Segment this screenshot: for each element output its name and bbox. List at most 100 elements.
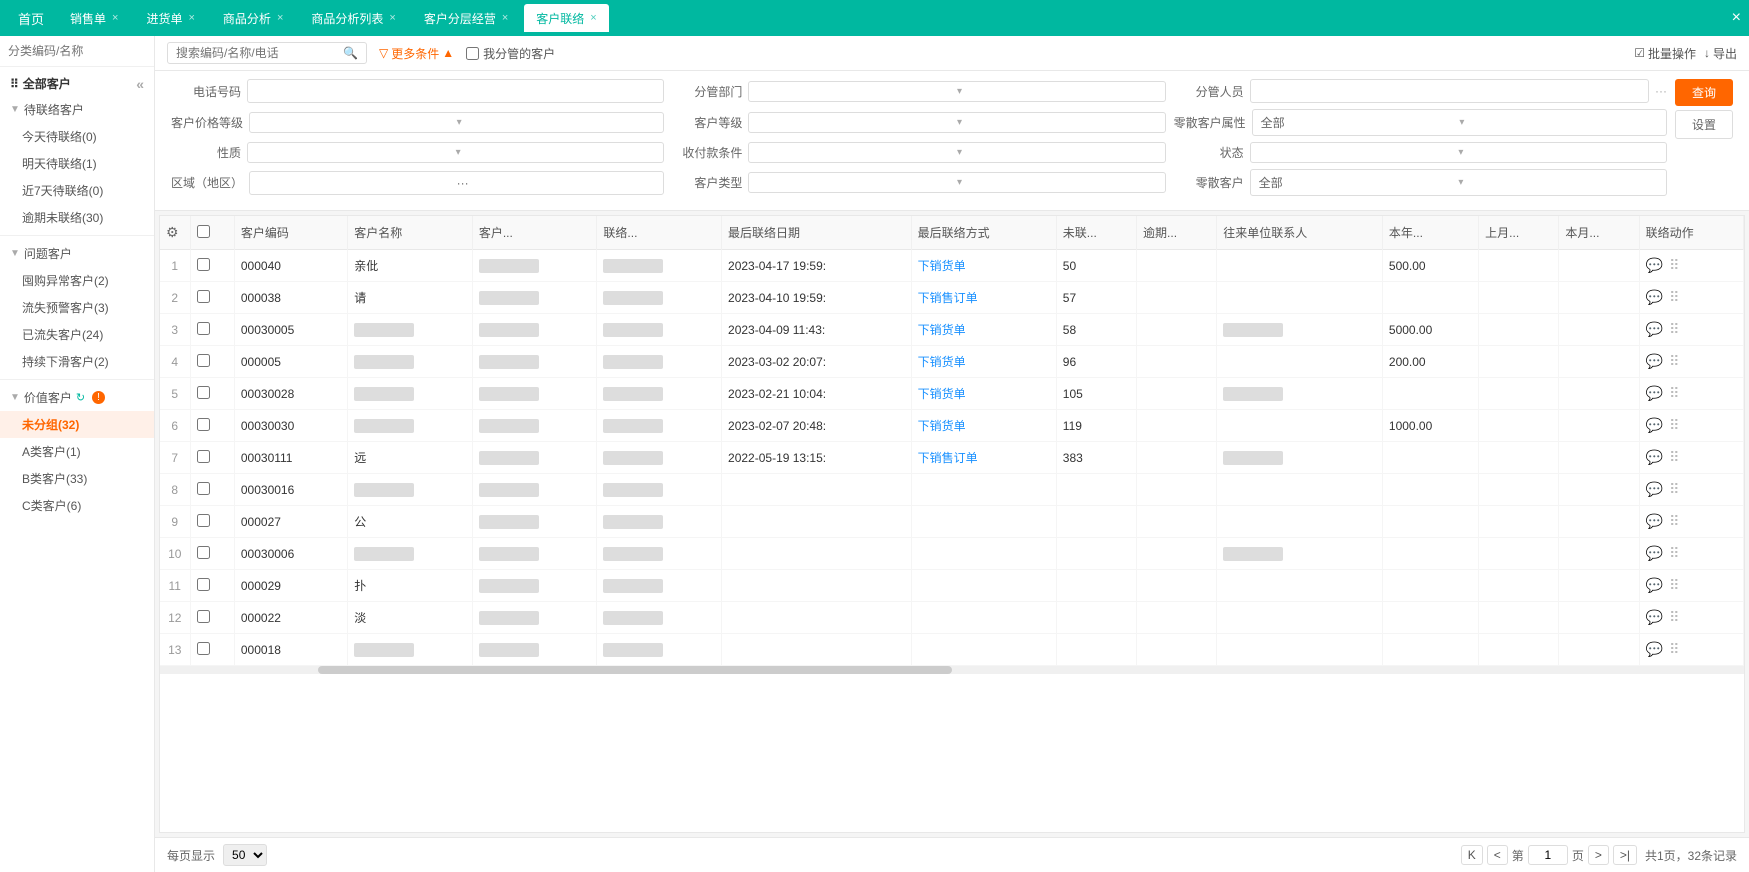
grid-action-icon[interactable]: ⠿: [1669, 417, 1679, 434]
nav-tab-purchase[interactable]: 进货单 ×: [134, 4, 206, 32]
grid-action-icon[interactable]: ⠿: [1669, 385, 1679, 402]
filter-scatter-select[interactable]: 全部 ▾: [1250, 169, 1667, 196]
message-icon[interactable]: 💬: [1646, 353, 1663, 370]
horizontal-scrollbar[interactable]: [160, 666, 1744, 674]
filter-dept-select[interactable]: ▾: [748, 81, 1165, 102]
col-name[interactable]: 客户名称: [348, 216, 473, 250]
sidebar-item-lost[interactable]: 已流失客户(24): [0, 321, 154, 348]
sidebar-item-tomorrow-contact[interactable]: 明天待联络(1): [0, 150, 154, 177]
last-method-link[interactable]: 下销货单: [918, 419, 966, 433]
message-icon[interactable]: 💬: [1646, 577, 1663, 594]
col-overdue[interactable]: 逾期...: [1137, 216, 1217, 250]
message-icon[interactable]: 💬: [1646, 385, 1663, 402]
scrollbar-thumb[interactable]: [318, 666, 952, 674]
message-icon[interactable]: 💬: [1646, 513, 1663, 530]
nav-tab-analysis[interactable]: 商品分析 ×: [211, 4, 295, 32]
message-icon[interactable]: 💬: [1646, 321, 1663, 338]
filter-nature-select[interactable]: ▾: [247, 142, 664, 163]
table-cell[interactable]: 💬⠿: [1639, 474, 1743, 506]
group-problem-customers[interactable]: ▼ 问题客户: [0, 240, 154, 267]
close-all-tabs[interactable]: ×: [1732, 9, 1741, 27]
message-icon[interactable]: 💬: [1646, 289, 1663, 306]
filter-customer-level-select[interactable]: ▾: [748, 112, 1165, 133]
table-cell[interactable]: 💬⠿: [1639, 634, 1743, 666]
col-contact[interactable]: 联络...: [597, 216, 722, 250]
sidebar-item-overdue-contact[interactable]: 逾期未联络(30): [0, 204, 154, 231]
refresh-icon[interactable]: ↻: [76, 391, 85, 404]
nav-home[interactable]: 首页: [8, 9, 54, 28]
close-tab-analysis[interactable]: ×: [277, 12, 283, 24]
nav-tab-customer-management[interactable]: 客户分层经营 ×: [412, 4, 520, 32]
filter-price-level-select[interactable]: ▾: [249, 112, 664, 133]
message-icon[interactable]: 💬: [1646, 545, 1663, 562]
col-action[interactable]: 联络动作: [1639, 216, 1743, 250]
col-this-month[interactable]: 本月...: [1559, 216, 1639, 250]
sidebar-item-class-c[interactable]: C类客户(6): [0, 492, 154, 519]
message-icon[interactable]: 💬: [1646, 257, 1663, 274]
filter-status-select[interactable]: ▾: [1250, 142, 1667, 163]
nav-tab-analysis-list[interactable]: 商品分析列表 ×: [299, 4, 407, 32]
select-all-checkbox[interactable]: [197, 225, 210, 238]
table-cell[interactable]: 💬⠿: [1639, 282, 1743, 314]
col-checkbox[interactable]: [190, 216, 234, 250]
grid-action-icon[interactable]: ⠿: [1669, 609, 1679, 626]
filter-phone-input[interactable]: [247, 79, 664, 103]
first-page-btn[interactable]: K: [1461, 845, 1483, 865]
nav-tab-customer-contact[interactable]: 客户联络 ×: [524, 4, 608, 32]
sidebar-item-declining[interactable]: 持续下滑客户(2): [0, 348, 154, 375]
person-more-btn[interactable]: ···: [1655, 84, 1667, 98]
sidebar-item-today-contact[interactable]: 今天待联络(0): [0, 123, 154, 150]
table-cell[interactable]: 💬⠿: [1639, 378, 1743, 410]
last-method-link[interactable]: 下销货单: [918, 387, 966, 401]
filter-customer-type-select[interactable]: ▾: [748, 172, 1165, 193]
col-type[interactable]: 客户...: [472, 216, 597, 250]
table-cell[interactable]: 💬⠿: [1639, 410, 1743, 442]
grid-action-icon[interactable]: ⠿: [1669, 545, 1679, 562]
col-last-date[interactable]: 最后联络日期: [722, 216, 912, 250]
col-code[interactable]: 客户编码: [234, 216, 347, 250]
filter-scatter-attr-select[interactable]: 全部 ▾: [1252, 109, 1667, 136]
table-cell[interactable]: 💬⠿: [1639, 314, 1743, 346]
close-tab-customer-management[interactable]: ×: [502, 12, 508, 24]
table-cell[interactable]: 💬⠿: [1639, 250, 1743, 282]
collapse-sidebar-btn[interactable]: «: [136, 76, 144, 92]
my-customers-checkbox[interactable]: 我分管的客户: [466, 45, 555, 62]
last-method-link[interactable]: 下销货单: [918, 259, 966, 273]
search-button[interactable]: 查询: [1675, 79, 1733, 106]
next-page-btn[interactable]: >: [1588, 845, 1609, 865]
filter-payment-select[interactable]: ▾: [748, 142, 1165, 163]
col-this-year[interactable]: 本年...: [1382, 216, 1478, 250]
table-cell[interactable]: 💬⠿: [1639, 506, 1743, 538]
last-method-link[interactable]: 下销货单: [918, 323, 966, 337]
message-icon[interactable]: 💬: [1646, 449, 1663, 466]
close-tab-customer-contact[interactable]: ×: [590, 12, 596, 24]
message-icon[interactable]: 💬: [1646, 609, 1663, 626]
col-not-contact[interactable]: 未联...: [1056, 216, 1136, 250]
last-method-link[interactable]: 下销货单: [918, 355, 966, 369]
sidebar-item-7day-contact[interactable]: 近7天待联络(0): [0, 177, 154, 204]
reset-button[interactable]: 设置: [1675, 110, 1733, 139]
col-person[interactable]: 往来单位联系人: [1217, 216, 1383, 250]
col-last-method[interactable]: 最后联络方式: [911, 216, 1056, 250]
grid-action-icon[interactable]: ⠿: [1669, 257, 1679, 274]
col-settings[interactable]: ⚙: [160, 216, 190, 250]
sidebar-item-class-b[interactable]: B类客户(33): [0, 465, 154, 492]
table-cell[interactable]: 💬⠿: [1639, 442, 1743, 474]
group-value-customers[interactable]: ▼ 价值客户 ↻ !: [0, 384, 154, 411]
table-cell[interactable]: 💬⠿: [1639, 346, 1743, 378]
message-icon[interactable]: 💬: [1646, 641, 1663, 658]
last-page-btn[interactable]: >|: [1613, 845, 1637, 865]
filter-region-select[interactable]: ···: [249, 171, 664, 195]
group-pending-contact[interactable]: ▼ 待联络客户: [0, 96, 154, 123]
close-tab-analysis-list[interactable]: ×: [389, 12, 395, 24]
grid-action-icon[interactable]: ⠿: [1669, 321, 1679, 338]
table-cell[interactable]: 💬⠿: [1639, 538, 1743, 570]
prev-page-btn[interactable]: <: [1487, 845, 1508, 865]
all-customers-header[interactable]: ⠿ 全部客户 «: [0, 67, 154, 96]
message-icon[interactable]: 💬: [1646, 417, 1663, 434]
table-cell[interactable]: 💬⠿: [1639, 570, 1743, 602]
sidebar-item-class-a[interactable]: A类客户(1): [0, 438, 154, 465]
grid-action-icon[interactable]: ⠿: [1669, 577, 1679, 594]
sidebar-search-input[interactable]: [8, 44, 155, 58]
more-conditions-btn[interactable]: ▽ 更多条件 ▲: [379, 45, 454, 62]
